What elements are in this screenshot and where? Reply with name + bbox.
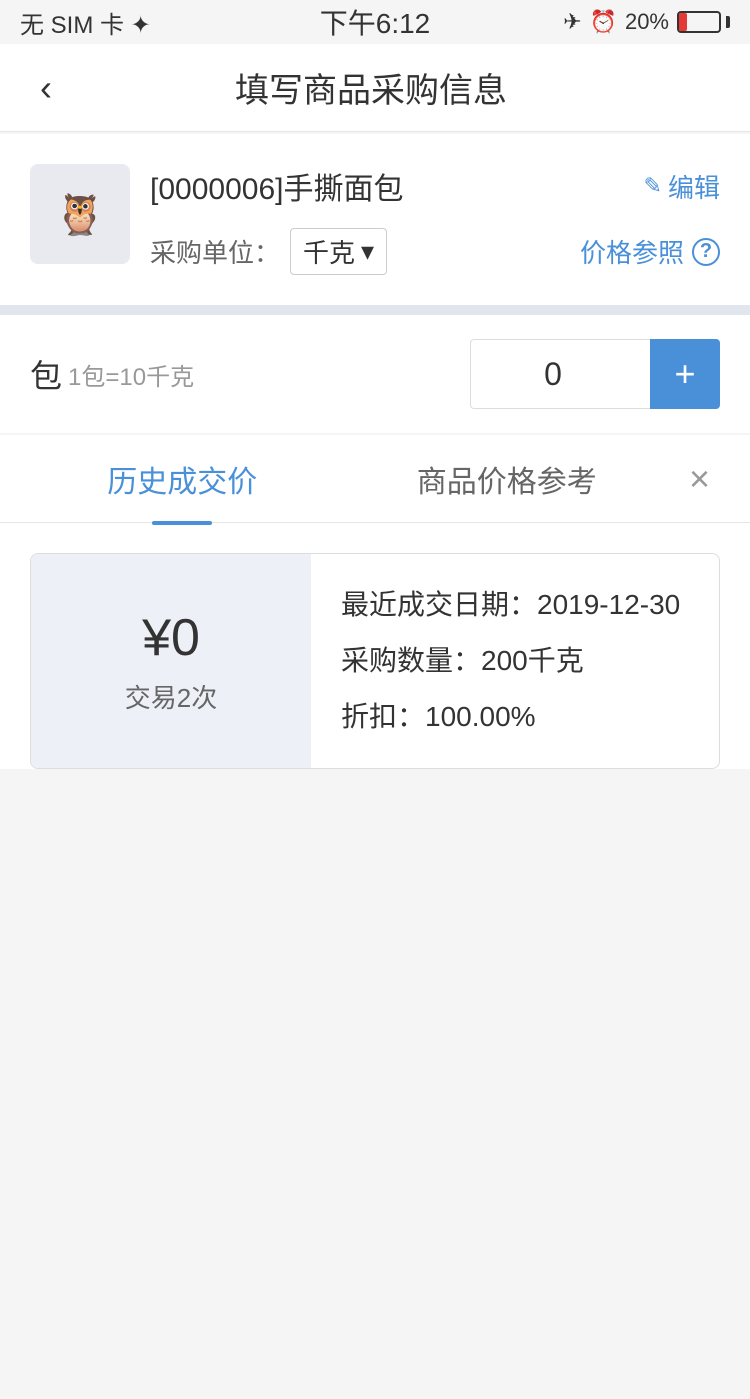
price-summary: ¥0 交易2次 [31,554,311,768]
alarm-icon: ⏰ [590,9,617,35]
quantity-unit-display: 包 1包=10千克 [30,351,194,397]
status-time: 下午6:12 [320,2,431,42]
edit-button[interactable]: ✎ 编辑 [644,168,720,205]
unit-name: 包 [30,351,62,397]
product-card: 🦉 [0000006]手撕面包 ✎ 编辑 采购单位： 千克 ▾ [0,134,750,305]
transaction-count: 交易2次 [125,678,217,715]
product-info: [0000006]手撕面包 ✎ 编辑 采购单位： 千克 ▾ 价格参照 [150,164,720,275]
unit-label: 采购单位： [150,233,280,270]
nav-bar: ‹ 填写商品采购信息 [0,44,750,132]
tab-history-price[interactable]: 历史成交价 [20,433,344,525]
unit-conversion: 1包=10千克 [68,357,194,392]
tabs-bar: 历史成交价 商品价格参考 × [0,435,750,523]
discount-value: 100.00% [425,701,536,732]
purchase-quantity-row: 采购数量：200千克 [341,640,689,682]
quantity-row: 包 1包=10千克 + [0,315,750,433]
discount-label: 折扣： [341,701,425,732]
purchase-quantity-label: 采购数量： [341,645,481,676]
edit-icon: ✎ [644,173,662,199]
dropdown-arrow-icon: ▾ [361,236,374,267]
quantity-input[interactable] [470,339,650,409]
status-right: ✈ ⏰ 20% [563,9,730,35]
purchase-quantity-value: 200千克 [481,645,584,676]
empty-content-area [0,799,750,1399]
edit-label: 编辑 [668,168,720,205]
currency-symbol: ¥ [142,609,171,667]
product-name-row: [0000006]手撕面包 ✎ 编辑 [150,164,720,208]
tab-product-price-reference[interactable]: 商品价格参考 [344,433,668,525]
panel-close-button[interactable]: × [669,448,730,510]
bottom-panel: 历史成交价 商品价格参考 × ¥0 交易2次 最近成交日期：2019-12-30… [0,435,750,769]
recent-date-label: 最近成交日期： [341,589,537,620]
product-thumbnail: 🦉 [30,164,130,264]
page-title: 填写商品采购信息 [62,63,680,112]
product-logo-icon: 🦉 [55,191,105,238]
status-bar: 无 SIM 卡 ✦ 下午6:12 ✈ ⏰ 20% [0,0,750,44]
price-value: ¥0 [142,608,200,668]
price-ref-label: 价格参照 [580,233,684,270]
product-name: [0000006]手撕面包 [150,164,403,208]
unit-select-dropdown[interactable]: 千克 ▾ [290,228,387,275]
price-card: ¥0 交易2次 最近成交日期：2019-12-30 采购数量：200千克 折扣：… [30,553,720,769]
location-icon: ✈ [563,9,581,35]
battery-icon [677,11,730,33]
recent-date-value: 2019-12-30 [537,589,680,620]
price-details: 最近成交日期：2019-12-30 采购数量：200千克 折扣：100.00% [311,554,719,768]
product-unit-row: 采购单位： 千克 ▾ 价格参照 ? [150,228,720,275]
back-button[interactable]: ‹ [30,57,62,119]
price-ref-help-icon: ? [692,238,720,266]
status-signal: 无 SIM 卡 ✦ [20,5,151,40]
quantity-input-area: + [214,339,720,409]
recent-date-row: 最近成交日期：2019-12-30 [341,584,689,626]
discount-row: 折扣：100.00% [341,696,689,738]
quantity-plus-button[interactable]: + [650,339,720,409]
section-divider [0,305,750,315]
battery-percent: 20% [625,9,669,35]
price-number: 0 [171,609,200,667]
price-reference-button[interactable]: 价格参照 ? [580,233,720,270]
unit-value: 千克 [303,233,355,270]
product-header: 🦉 [0000006]手撕面包 ✎ 编辑 采购单位： 千克 ▾ [30,164,720,275]
